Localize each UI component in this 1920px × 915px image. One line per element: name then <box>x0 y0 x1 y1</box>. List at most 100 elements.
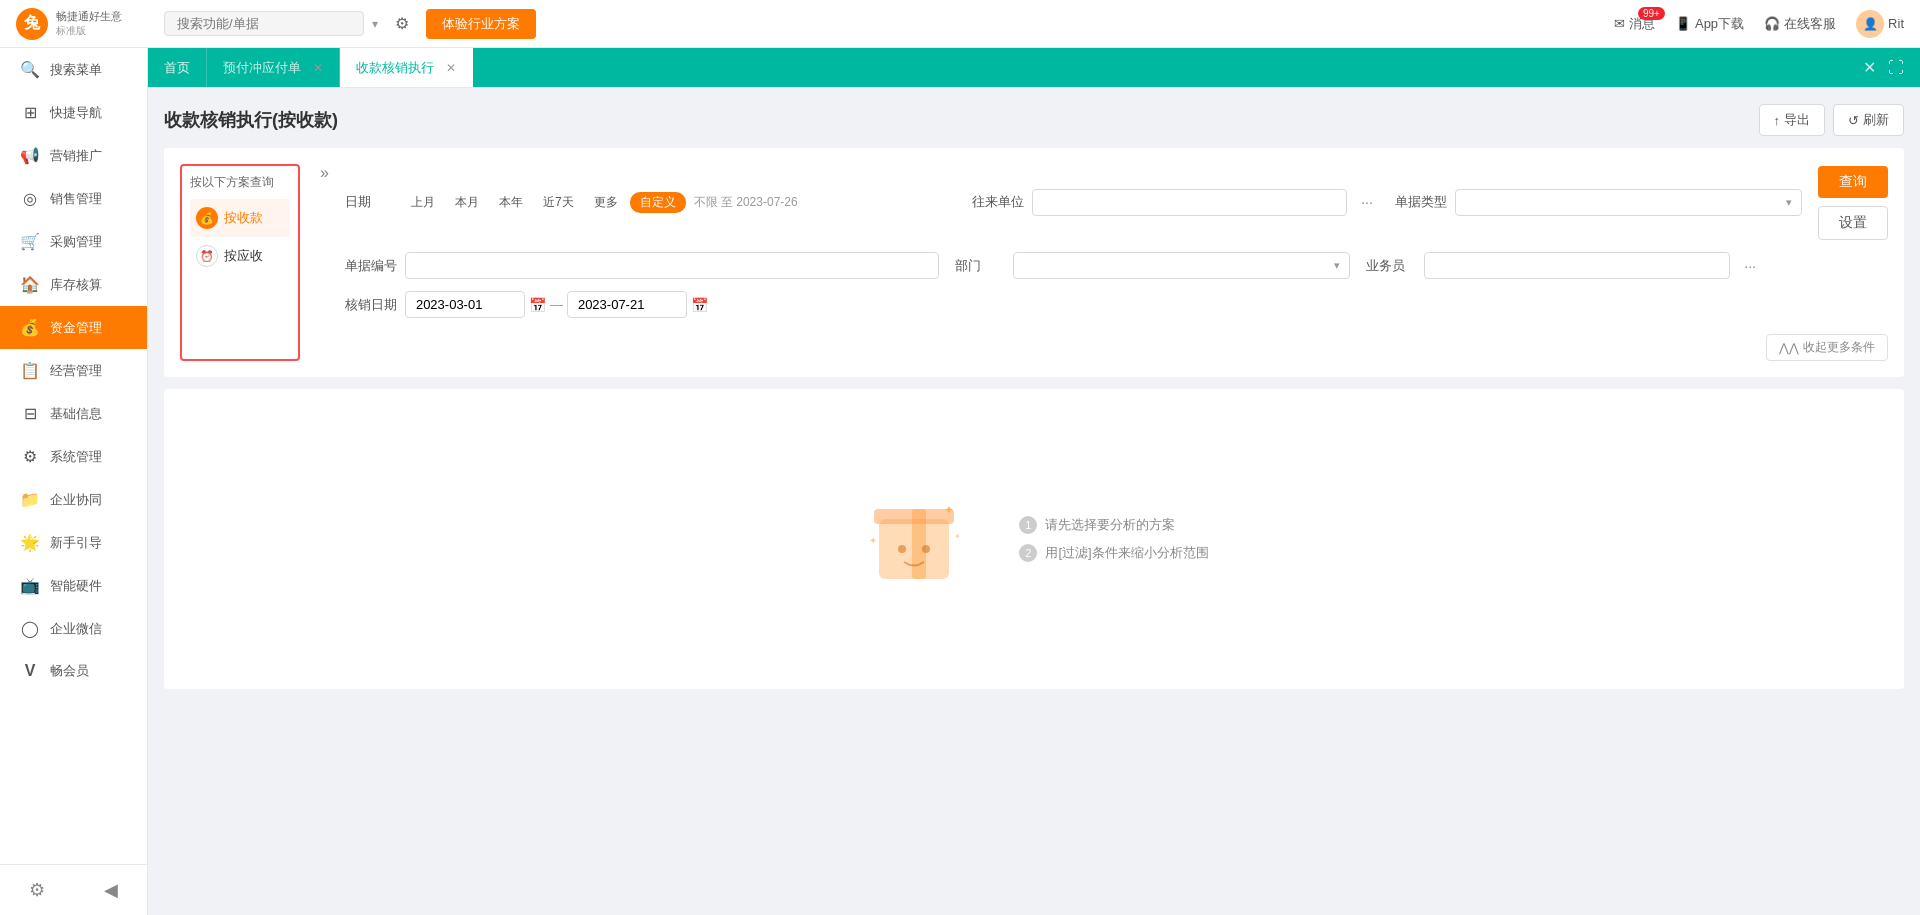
tab-home-label: 首页 <box>164 59 190 77</box>
empty-step1-text: 请先选择要分析的方案 <box>1045 516 1175 534</box>
date-btn-last-month[interactable]: 上月 <box>403 192 443 213</box>
sidebar-item-purchase[interactable]: 🛒 采购管理 <box>0 220 147 263</box>
svg-point-4 <box>922 545 930 553</box>
user-avatar[interactable]: 👤 Rit <box>1856 10 1904 38</box>
app-download-icon: 📱 <box>1675 16 1691 31</box>
sidebar-item-member[interactable]: V 畅会员 <box>0 650 147 692</box>
sidebar-item-basic-info[interactable]: ⊟ 基础信息 <box>0 392 147 435</box>
page-header: 收款核销执行(按收款) ↑ 导出 ↺ 刷新 <box>164 104 1904 136</box>
sidebar-item-inventory[interactable]: 🏠 库存核算 <box>0 263 147 306</box>
wechat-icon: ◯ <box>20 619 40 638</box>
tab-prepay-close[interactable]: ✕ <box>313 61 323 75</box>
sidebar-item-search[interactable]: 🔍 搜索菜单 <box>0 48 147 91</box>
empty-illustration: ✦ ✦ ✦ <box>859 484 979 594</box>
date-quick-buttons: 上月 本月 本年 近7天 更多 自定义 <box>403 192 686 213</box>
page-title: 收款核销执行(按收款) <box>164 108 338 132</box>
doc-no-input[interactable] <box>405 252 939 279</box>
verify-date-end-input[interactable] <box>567 291 687 318</box>
date-btn-more[interactable]: 更多 <box>586 192 626 213</box>
date-range-text: 不限 至 2023-07-26 <box>694 194 798 211</box>
sidebar-item-operations[interactable]: 📋 经营管理 <box>0 349 147 392</box>
refresh-icon: ↺ <box>1848 113 1859 128</box>
sales-icon: ◎ <box>20 189 40 208</box>
date-btn-custom[interactable]: 自定义 <box>630 192 686 213</box>
date-btn-this-month[interactable]: 本月 <box>447 192 487 213</box>
staff-input[interactable] <box>1424 252 1730 279</box>
sidebar-settings-icon[interactable]: ⚙ <box>23 873 51 907</box>
message-item[interactable]: ✉ 消息 99+ <box>1614 15 1655 33</box>
enterprise-icon: 📁 <box>20 490 40 509</box>
sidebar-item-system[interactable]: ⚙ 系统管理 <box>0 435 147 478</box>
svg-text:✦: ✦ <box>944 503 954 517</box>
search-input[interactable] <box>164 11 364 36</box>
sidebar-label-purchase: 采购管理 <box>50 233 102 251</box>
sidebar-label-enterprise: 企业协同 <box>50 491 102 509</box>
sidebar-label-inventory: 库存核算 <box>50 276 102 294</box>
dept-select[interactable] <box>1013 252 1351 279</box>
date-btn-7days[interactable]: 近7天 <box>535 192 582 213</box>
industry-solution-button[interactable]: 体验行业方案 <box>426 9 536 39</box>
settings-icon[interactable]: ⚙ <box>386 8 418 40</box>
tab-prepay[interactable]: 预付冲应付单 ✕ <box>207 48 340 87</box>
date-label: 日期 <box>345 193 395 211</box>
sidebar-item-smart-hw[interactable]: 📺 智能硬件 <box>0 564 147 607</box>
system-icon: ⚙ <box>20 447 40 466</box>
filter-row-3: 核销日期 📅 — 📅 <box>345 291 1888 318</box>
tab-bar: 首页 预付冲应付单 ✕ 收款核销执行 ✕ ✕ ⛶ <box>148 48 1920 88</box>
doc-type-select[interactable] <box>1455 189 1802 216</box>
sidebar-item-wechat[interactable]: ◯ 企业微信 <box>0 607 147 650</box>
sidebar-label-sales: 销售管理 <box>50 190 102 208</box>
empty-step-2: 2 用[过滤]条件来缩小分析范围 <box>1019 544 1208 562</box>
guide-icon: 🌟 <box>20 533 40 552</box>
operations-icon: 📋 <box>20 361 40 380</box>
receivable-option-icon: ⏰ <box>196 245 218 267</box>
sidebar-label-finance: 资金管理 <box>50 319 102 337</box>
verify-date-start-cal-icon[interactable]: 📅 <box>529 297 546 313</box>
online-service-item[interactable]: 🎧 在线客服 <box>1764 15 1836 33</box>
sidebar-item-marketing[interactable]: 📢 营销推广 <box>0 134 147 177</box>
sidebar-item-quick-nav[interactable]: ⊞ 快捷导航 <box>0 91 147 134</box>
app-download-item[interactable]: 📱 App下载 <box>1675 15 1744 33</box>
inventory-icon: 🏠 <box>20 275 40 294</box>
empty-step2-text: 用[过滤]条件来缩小分析范围 <box>1045 544 1208 562</box>
sidebar-item-guide[interactable]: 🌟 新手引导 <box>0 521 147 564</box>
avatar-circle: 👤 <box>1856 10 1884 38</box>
counterpart-dots-btn[interactable]: ··· <box>1355 192 1379 212</box>
sidebar-collapse-icon[interactable]: ◀ <box>98 873 124 907</box>
purchase-icon: 🛒 <box>20 232 40 251</box>
tab-receipt-verify-close[interactable]: ✕ <box>446 61 456 75</box>
refresh-button[interactable]: ↺ 刷新 <box>1833 104 1904 136</box>
verify-date-start-input[interactable] <box>405 291 525 318</box>
step2-num: 2 <box>1019 544 1037 562</box>
verify-date-end-cal-icon[interactable]: 📅 <box>691 297 708 313</box>
sidebar-item-finance[interactable]: 💰 资金管理 <box>0 306 147 349</box>
export-label: 导出 <box>1784 111 1810 129</box>
date-btn-this-year[interactable]: 本年 <box>491 192 531 213</box>
tab-close-all-icon[interactable]: ✕ <box>1859 54 1880 81</box>
empty-step-1: 1 请先选择要分析的方案 <box>1019 516 1208 534</box>
counterpart-input[interactable] <box>1032 189 1348 216</box>
search-dropdown-arrow[interactable]: ▾ <box>372 17 378 31</box>
tab-bar-actions: ✕ ⛶ <box>1859 48 1920 87</box>
tab-expand-icon[interactable]: ⛶ <box>1884 55 1908 81</box>
filter-sidebar-collapse[interactable]: » <box>316 164 333 361</box>
staff-dots-btn[interactable]: ··· <box>1738 256 1762 276</box>
collapse-more-button[interactable]: ⋀⋀ 收起更多条件 <box>1766 334 1888 361</box>
tab-receipt-verify[interactable]: 收款核销执行 ✕ <box>340 48 473 87</box>
tab-home[interactable]: 首页 <box>148 48 207 87</box>
export-button[interactable]: ↑ 导出 <box>1759 104 1826 136</box>
page-content: 收款核销执行(按收款) ↑ 导出 ↺ 刷新 按以下方案查询 <box>148 88 1920 915</box>
sidebar-item-enterprise[interactable]: 📁 企业协同 <box>0 478 147 521</box>
settings-button[interactable]: 设置 <box>1818 206 1888 240</box>
sidebar-item-sales[interactable]: ◎ 销售管理 <box>0 177 147 220</box>
doc-type-select-wrapper <box>1455 189 1802 216</box>
filter-option-by-receipt[interactable]: 💰 按收款 <box>190 199 290 237</box>
query-settings-buttons: 查询 设置 <box>1818 164 1888 240</box>
query-button[interactable]: 查询 <box>1818 166 1888 198</box>
svg-text:✦: ✦ <box>869 535 877 546</box>
grid-icon: ⊞ <box>20 103 40 122</box>
filter-row-2: 单据编号 部门 业务员 <box>345 252 1888 279</box>
tab-receipt-verify-label: 收款核销执行 <box>356 59 434 77</box>
filter-option-by-receivable[interactable]: ⏰ 按应收 <box>190 237 290 275</box>
smart-hw-icon: 📺 <box>20 576 40 595</box>
